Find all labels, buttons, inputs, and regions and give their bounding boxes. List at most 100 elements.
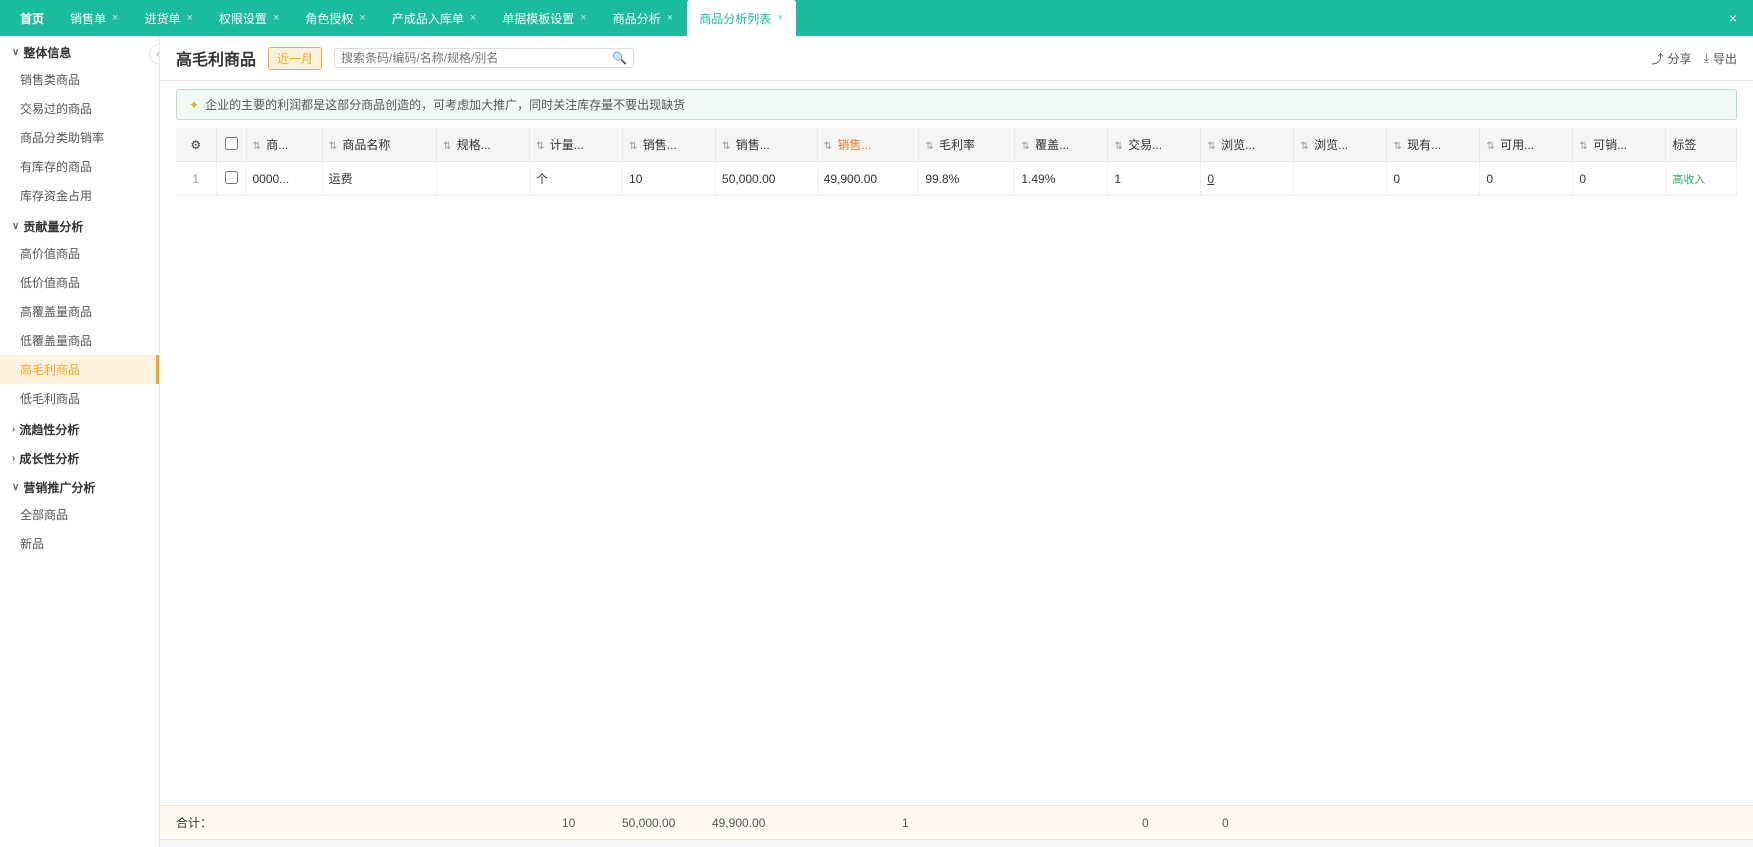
nav-item-analysis-list[interactable]: 商品分析列表 × [687, 0, 795, 36]
sidebar-group-marketing[interactable]: ∨ 营销推广分析 [0, 471, 159, 500]
sort-available-icon: ⇅ [1486, 141, 1494, 152]
col-check-header [216, 128, 246, 162]
sidebar-item-high-margin[interactable]: 高毛利商品 [0, 355, 159, 384]
row-sales-qty: 10 [623, 162, 716, 196]
close-analysis-list-icon[interactable]: × [777, 12, 783, 24]
close-product-storage-icon[interactable]: × [470, 12, 476, 24]
sidebar-item-new-goods[interactable]: 新品 [0, 529, 159, 558]
sort-gross-rate-icon: ⇅ [925, 141, 933, 152]
row-code: 0000... [246, 162, 322, 196]
row-browse1[interactable]: 0 [1201, 162, 1294, 196]
sidebar-group-growth[interactable]: › 成长性分析 [0, 442, 159, 471]
close-permission-icon[interactable]: × [273, 12, 279, 24]
arrow-marketing: ∨ [12, 482, 19, 493]
close-sales-icon[interactable]: × [112, 12, 118, 24]
sidebar-item-category-rate[interactable]: 商品分类助销率 [0, 123, 159, 152]
sort-current-icon: ⇅ [1393, 141, 1401, 152]
filter-month-btn[interactable]: 近一月 [268, 47, 322, 70]
select-all-checkbox[interactable] [225, 137, 238, 150]
sidebar-item-sales-goods[interactable]: 销售类商品 [0, 65, 159, 94]
footer-total: 合计： 10 50,000.00 49,900.00 1 0 0 [160, 805, 1753, 839]
page-title: 高毛利商品 [176, 46, 256, 70]
sidebar-item-high-value[interactable]: 高价值商品 [0, 239, 159, 268]
sort-transactions-icon: ⇅ [1114, 141, 1122, 152]
col-available-header[interactable]: ⇅ 可用... [1480, 128, 1573, 162]
col-name-header[interactable]: ⇅ 商品名称 [322, 128, 436, 162]
close-purchase-icon[interactable]: × [186, 12, 192, 24]
col-browse1-header[interactable]: ⇅ 浏览... [1201, 128, 1294, 162]
sidebar-group-overall[interactable]: ∨ 整体信息 [0, 36, 159, 65]
search-input[interactable] [341, 51, 612, 65]
sidebar-group-trend[interactable]: › 流趋性分析 [0, 413, 159, 442]
search-icon[interactable]: 🔍 [612, 51, 627, 65]
sidebar-group-contribution[interactable]: ∨ 贡献量分析 [0, 210, 159, 239]
row-gross-rate: 99.8% [919, 162, 1015, 196]
share-btn[interactable]: ⤴ 分享 [1652, 50, 1692, 67]
arrow-trend: › [12, 424, 15, 435]
sort-sellable-icon: ⇅ [1579, 141, 1587, 152]
nav-item-template[interactable]: 单据模板设置 × [490, 0, 598, 36]
nav-item-product-storage[interactable]: 产成品入库单 × [380, 0, 488, 36]
col-tag-header: 标签 [1666, 128, 1737, 162]
data-table: ⚙ ⇅ 商... ⇅ 商品名称 [176, 128, 1737, 196]
table-container[interactable]: ⚙ ⇅ 商... ⇅ 商品名称 [160, 128, 1753, 805]
sidebar-item-stocked-goods[interactable]: 有库存的商品 [0, 152, 159, 181]
row-coverage: 1.49% [1015, 162, 1108, 196]
notice-text: 企业的主要的利润都是这部分商品创造的，可考虑加大推广，同时关注库存量不要出现缺货 [205, 96, 685, 113]
footer-sales-qty: 10 [556, 816, 616, 830]
row-browse2 [1294, 162, 1387, 196]
sidebar-item-low-coverage[interactable]: 低覆盖量商品 [0, 326, 159, 355]
col-sales-cost-header[interactable]: ⇅ 销售... [817, 128, 919, 162]
window-close-btn[interactable]: × [1729, 10, 1745, 26]
nav-item-home[interactable]: 首页 [8, 0, 56, 36]
row-current: 0 [1387, 162, 1480, 196]
sort-code-icon: ⇅ [253, 141, 261, 152]
sort-spec-icon: ⇅ [443, 141, 451, 152]
close-role-icon[interactable]: × [359, 12, 365, 24]
col-current-header[interactable]: ⇅ 现有... [1387, 128, 1480, 162]
nav-item-purchase[interactable]: 进货单 × [132, 0, 204, 36]
header-actions: ⤴ 分享 ⤓ 导出 [1652, 50, 1737, 67]
sidebar-item-traded-goods[interactable]: 交易过的商品 [0, 94, 159, 123]
nav-item-role[interactable]: 角色授权 × [293, 0, 377, 36]
export-btn[interactable]: ⤓ 导出 [1704, 50, 1737, 67]
sidebar-item-all-goods[interactable]: 全部商品 [0, 500, 159, 529]
settings-icon[interactable]: ⚙ [190, 138, 201, 152]
col-transactions-header[interactable]: ⇅ 交易... [1108, 128, 1201, 162]
arrow-contribution: ∨ [12, 221, 19, 232]
search-box: 🔍 [334, 48, 634, 68]
row-checkbox-cell [216, 162, 246, 196]
sidebar-item-stock-funds[interactable]: 库存资金占用 [0, 181, 159, 210]
sidebar-item-low-value[interactable]: 低价值商品 [0, 268, 159, 297]
footer-sales-cost: 49,900.00 [706, 816, 796, 830]
close-analysis-icon[interactable]: × [667, 12, 673, 24]
row-checkbox[interactable] [225, 171, 238, 184]
col-gross-rate-header[interactable]: ⇅ 毛利率 [919, 128, 1015, 162]
col-sellable-header[interactable]: ⇅ 可销... [1573, 128, 1666, 162]
notice-bar: ✦ 企业的主要的利润都是这部分商品创造的，可考虑加大推广，同时关注库存量不要出现… [176, 89, 1737, 120]
content-area: 高毛利商品 近一月 🔍 ⤴ 分享 ⤓ 导出 ✦ 企业的主要的利润都是这部分商品创… [160, 36, 1753, 847]
sidebar-item-high-coverage[interactable]: 高覆盖量商品 [0, 297, 159, 326]
sort-name-icon: ⇅ [329, 141, 337, 152]
close-template-icon[interactable]: × [580, 12, 586, 24]
row-sellable: 0 [1573, 162, 1666, 196]
col-coverage-header[interactable]: ⇅ 覆盖... [1015, 128, 1108, 162]
col-browse2-header[interactable]: ⇅ 浏览... [1294, 128, 1387, 162]
row-spec [437, 162, 530, 196]
col-sales-amt-header[interactable]: ⇅ 销售... [716, 128, 818, 162]
nav-item-sales[interactable]: 销售单 × [58, 0, 130, 36]
nav-item-analysis[interactable]: 商品分析 × [601, 0, 685, 36]
sidebar-item-low-margin[interactable]: 低毛利商品 [0, 384, 159, 413]
col-unit-header[interactable]: ⇅ 计量... [530, 128, 623, 162]
sort-unit-icon: ⇅ [536, 141, 544, 152]
col-sales-qty-header[interactable]: ⇅ 销售... [623, 128, 716, 162]
col-spec-header[interactable]: ⇅ 规格... [437, 128, 530, 162]
nav-item-permission[interactable]: 权限设置 × [207, 0, 291, 36]
arrow-growth: › [12, 453, 15, 464]
share-icon: ⤴ [1652, 50, 1664, 67]
row-transactions: 1 [1108, 162, 1201, 196]
total-label: 合计： [176, 814, 236, 831]
row-sales-cost: 49,900.00 [817, 162, 919, 196]
bottom-scrollbar[interactable] [160, 839, 1753, 847]
col-code-header[interactable]: ⇅ 商... [246, 128, 322, 162]
